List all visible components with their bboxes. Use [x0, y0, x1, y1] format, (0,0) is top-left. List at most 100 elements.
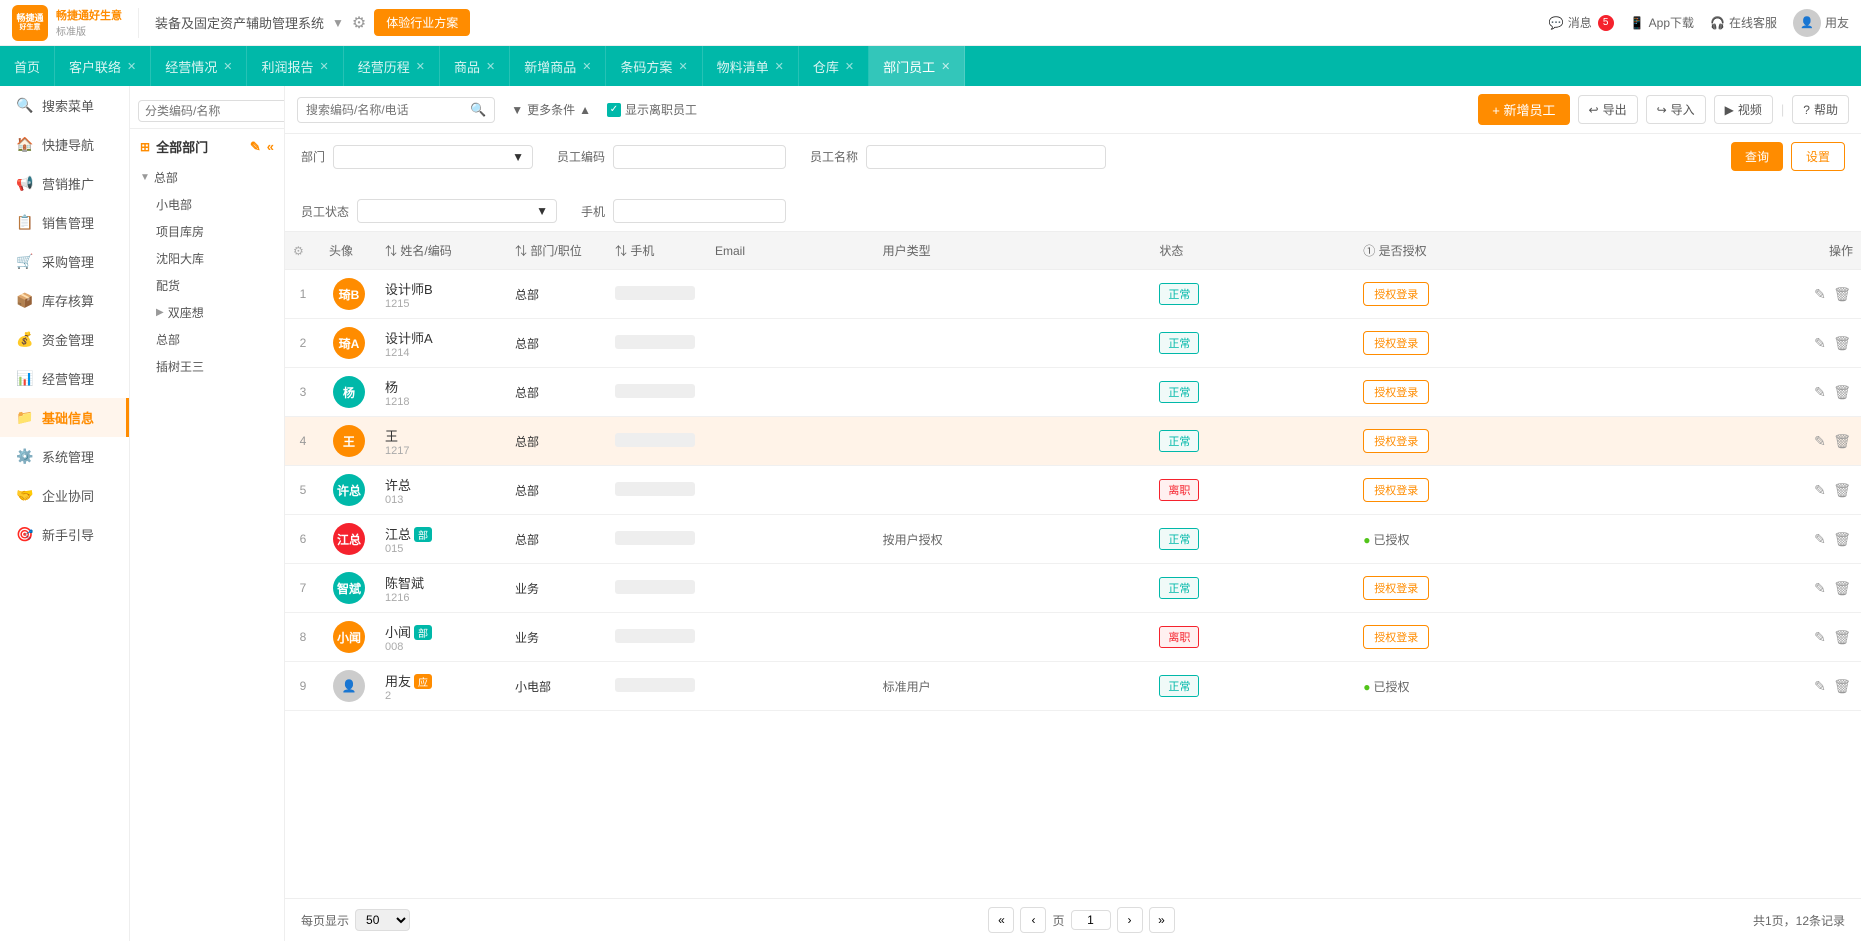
dept-node-xiangmu[interactable]: 项目库房 — [130, 218, 284, 245]
auth-login-btn[interactable]: 授权登录 — [1363, 576, 1429, 600]
app-download-btn[interactable]: 📱 App下载 — [1630, 14, 1694, 31]
tab-history[interactable]: 经营历程 ✕ — [344, 46, 440, 86]
show-resigned-toggle[interactable]: ✓ 显示离职员工 — [607, 101, 697, 118]
tab-close-icon[interactable]: ✕ — [223, 60, 232, 73]
page-size-select[interactable]: 50 100 — [355, 909, 410, 931]
tab-close-icon[interactable]: ✕ — [486, 60, 495, 73]
edit-btn[interactable]: ✎ — [1812, 431, 1828, 452]
filter-empname-input[interactable] — [866, 145, 1106, 169]
auth-login-btn[interactable]: 授权登录 — [1363, 282, 1429, 306]
delete-btn[interactable]: 🗑 — [1831, 627, 1853, 648]
sidebar-item-sales[interactable]: 📋 销售管理 — [0, 203, 129, 242]
filter-dept-select[interactable]: ▼ — [333, 145, 533, 169]
sidebar-item-finance[interactable]: 💰 资金管理 — [0, 320, 129, 359]
auth-login-btn[interactable]: 授权登录 — [1363, 331, 1429, 355]
user-area[interactable]: 👤 用友 — [1793, 9, 1849, 37]
more-filter-btn[interactable]: ▼ 更多条件 ▲ — [503, 97, 599, 122]
set-btn[interactable]: 设置 — [1791, 142, 1845, 171]
tab-customer[interactable]: 客户联络 ✕ — [55, 46, 151, 86]
sidebar-item-collab[interactable]: 🤝 企业协同 — [0, 476, 129, 515]
sidebar-item-basic-info[interactable]: 📁 基础信息 — [0, 398, 129, 437]
dept-node-chashuwang[interactable]: 插树王三 — [130, 353, 284, 380]
tab-goods[interactable]: 商品 ✕ — [440, 46, 510, 86]
first-page-btn[interactable]: « — [988, 907, 1014, 933]
sidebar-item-purchase[interactable]: 🛒 采购管理 — [0, 242, 129, 281]
tab-close-icon[interactable]: ✕ — [941, 60, 950, 73]
edit-dept-icon[interactable]: ✎ — [250, 139, 261, 155]
tab-add-goods[interactable]: 新增商品 ✕ — [510, 46, 606, 86]
sidebar-item-shortcut[interactable]: 🏠 快捷导航 — [0, 125, 129, 164]
dept-node-xiaodianbu[interactable]: 小电部 — [130, 191, 284, 218]
edit-btn[interactable]: ✎ — [1812, 529, 1828, 550]
dept-search-input[interactable] — [138, 100, 285, 122]
tab-home[interactable]: 首页 — [0, 46, 55, 86]
edit-btn[interactable]: ✎ — [1812, 676, 1828, 697]
auth-login-btn[interactable]: 授权登录 — [1363, 478, 1429, 502]
sidebar-item-system[interactable]: ⚙️ 系统管理 — [0, 437, 129, 476]
sidebar-item-inventory[interactable]: 📦 库存核算 — [0, 281, 129, 320]
next-page-btn[interactable]: › — [1117, 907, 1143, 933]
export-btn[interactable]: ↩ 导出 — [1578, 95, 1638, 124]
last-page-btn[interactable]: » — [1149, 907, 1175, 933]
auth-login-btn[interactable]: 授权登录 — [1363, 380, 1429, 404]
auth-login-btn[interactable]: 授权登录 — [1363, 429, 1429, 453]
trial-button[interactable]: 体验行业方案 — [374, 9, 470, 36]
sidebar-item-guide[interactable]: 🎯 新手引导 — [0, 515, 129, 554]
edit-btn[interactable]: ✎ — [1812, 382, 1828, 403]
edit-btn[interactable]: ✎ — [1812, 480, 1828, 501]
prev-page-btn[interactable]: ‹ — [1020, 907, 1046, 933]
edit-btn[interactable]: ✎ — [1812, 627, 1828, 648]
delete-btn[interactable]: 🗑 — [1831, 284, 1853, 305]
tab-close-icon[interactable]: ✕ — [775, 60, 784, 73]
sidebar-item-marketing[interactable]: 📢 营销推广 — [0, 164, 129, 203]
search-submit-icon[interactable]: 🔍 — [470, 102, 486, 118]
tab-profit[interactable]: 利润报告 ✕ — [247, 46, 343, 86]
view-btn[interactable]: ▶ 视频 — [1714, 95, 1773, 124]
help-btn[interactable]: ? 帮助 — [1792, 95, 1849, 124]
dept-node-zongbu2[interactable]: 总部 — [130, 326, 284, 353]
dept-node-shenyang[interactable]: 沈阳大库 — [130, 245, 284, 272]
delete-btn[interactable]: 🗑 — [1831, 333, 1853, 354]
tab-operation[interactable]: 经营情况 ✕ — [151, 46, 247, 86]
search-input[interactable] — [306, 103, 466, 117]
dept-node-shuangzuoxiang[interactable]: ▶ 双座想 — [130, 299, 284, 326]
filter-phone-input[interactable] — [613, 199, 786, 223]
import-btn[interactable]: ↪ 导入 — [1646, 95, 1706, 124]
page-input[interactable] — [1071, 910, 1111, 930]
add-employee-btn[interactable]: + 新增员工 — [1478, 94, 1569, 125]
sidebar-item-management[interactable]: 📊 经营管理 — [0, 359, 129, 398]
dept-node-zongbu[interactable]: ▼ 总部 — [130, 164, 284, 191]
online-service-btn[interactable]: 🎧 在线客服 — [1710, 14, 1777, 31]
delete-btn[interactable]: 🗑 — [1831, 578, 1853, 599]
dept-node-peihuo[interactable]: 配货 — [130, 272, 284, 299]
tab-close-icon[interactable]: ✕ — [678, 60, 687, 73]
tab-barcode[interactable]: 条码方案 ✕ — [606, 46, 702, 86]
tab-dept-employee[interactable]: 部门员工 ✕ — [869, 46, 965, 86]
all-dept-label[interactable]: 全部部门 — [156, 137, 208, 156]
tab-bom[interactable]: 物料清单 ✕ — [703, 46, 799, 86]
edit-btn[interactable]: ✎ — [1812, 333, 1828, 354]
delete-btn[interactable]: 🗑 — [1831, 676, 1853, 697]
edit-btn[interactable]: ✎ — [1812, 578, 1828, 599]
settings-icon[interactable]: ⚙ — [352, 13, 366, 33]
tab-close-icon[interactable]: ✕ — [582, 60, 591, 73]
tab-close-icon[interactable]: ✕ — [845, 60, 854, 73]
system-dropdown-icon[interactable]: ▼ — [332, 16, 344, 30]
tab-warehouse[interactable]: 仓库 ✕ — [799, 46, 869, 86]
auth-login-btn[interactable]: 授权登录 — [1363, 625, 1429, 649]
tab-close-icon[interactable]: ✕ — [127, 60, 136, 73]
delete-btn[interactable]: 🗑 — [1831, 382, 1853, 403]
delete-btn[interactable]: 🗑 — [1831, 480, 1853, 501]
tab-close-icon[interactable]: ✕ — [416, 60, 425, 73]
sidebar-item-search[interactable]: 🔍 搜索菜单 — [0, 86, 129, 125]
tab-close-icon[interactable]: ✕ — [320, 60, 329, 73]
edit-btn[interactable]: ✎ — [1812, 284, 1828, 305]
msg-btn[interactable]: 💬 消息 5 — [1549, 14, 1614, 31]
filter-status-select[interactable]: ▼ — [357, 199, 557, 223]
delete-btn[interactable]: 🗑 — [1831, 529, 1853, 550]
collapse-icon[interactable]: « — [267, 139, 274, 155]
query-btn[interactable]: 查询 — [1731, 142, 1783, 171]
delete-btn[interactable]: 🗑 — [1831, 431, 1853, 452]
filter-empcode-input[interactable] — [613, 145, 786, 169]
settings-gear-icon[interactable]: ⚙ — [293, 244, 304, 258]
